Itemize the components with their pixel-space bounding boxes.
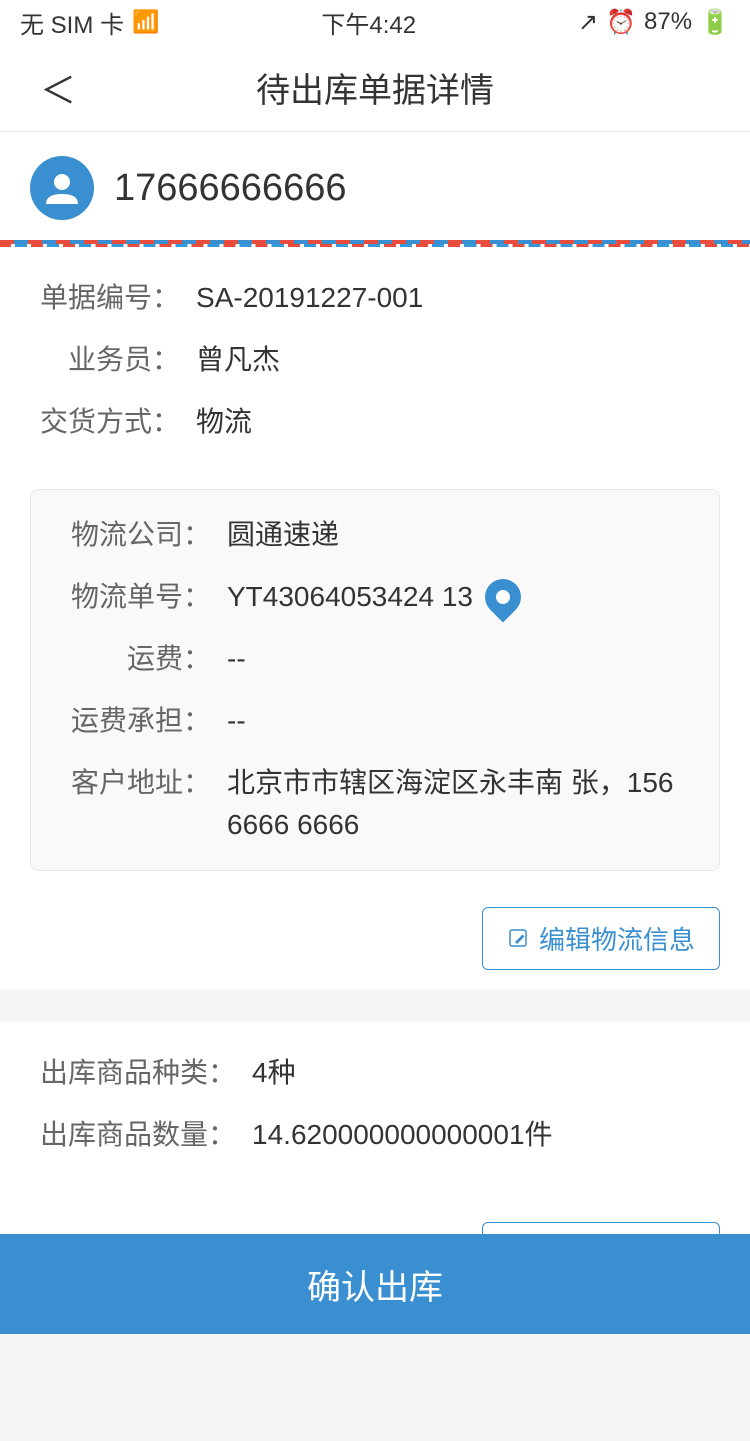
- section-divider: [0, 1006, 750, 1022]
- order-number-value: SA-20191227-001: [180, 277, 710, 319]
- delivery-method-value: 物流: [180, 401, 710, 443]
- product-quantity-label: 出库商品数量：: [40, 1114, 236, 1156]
- logistics-card: 物流公司： 圆通速递 物流单号： YT43064053424 13 运费： --…: [30, 489, 720, 871]
- order-info-section: 单据编号： SA-20191227-001 业务员： 曾凡杰 交货方式： 物流 …: [0, 247, 750, 990]
- edit-logistics-label: 编辑物流信息: [539, 920, 695, 957]
- logistics-company-row: 物流公司： 圆通速递: [61, 514, 689, 556]
- avatar: [30, 156, 94, 220]
- location-pin-icon[interactable]: [478, 572, 529, 623]
- delivery-method-row: 交货方式： 物流: [40, 401, 710, 443]
- nav-bar: ＜ 待出库单据详情: [0, 44, 750, 132]
- logistics-freight-label: 运费：: [61, 638, 211, 680]
- product-types-label: 出库商品种类：: [40, 1052, 236, 1094]
- status-bar-left: 无 SIM 卡 📶: [20, 5, 159, 40]
- logistics-freight-row: 运费： --: [61, 638, 689, 680]
- delivery-method-label: 交货方式：: [40, 401, 180, 443]
- battery-text: 87%: [644, 8, 692, 36]
- salesman-value: 曾凡杰: [180, 339, 710, 381]
- bottom-spacer: [0, 1321, 750, 1441]
- customer-phone: 17666666666: [114, 167, 346, 210]
- status-bar-right: ↗ ⏰ 87% 🔋: [578, 8, 730, 37]
- logistics-freight-bearer-label: 运费承担：: [61, 700, 211, 742]
- summary-section: 出库商品种类： 4种 出库商品数量： 14.620000000000001件: [0, 1022, 750, 1186]
- logistics-company-label: 物流公司：: [61, 514, 211, 556]
- logistics-address-row: 客户地址： 北京市市辖区海淀区永丰南 张，156 6666 6666: [61, 762, 689, 846]
- logistics-tracking-row: 物流单号： YT43064053424 13: [61, 576, 689, 618]
- logistics-tracking-value: YT43064053424 13: [211, 576, 689, 618]
- order-number-row: 单据编号： SA-20191227-001: [40, 277, 710, 319]
- logistics-address-value: 北京市市辖区海淀区永丰南 张，156 6666 6666: [211, 762, 689, 846]
- order-info: 单据编号： SA-20191227-001 业务员： 曾凡杰 交货方式： 物流: [0, 247, 750, 473]
- logistics-address-label: 客户地址：: [61, 762, 211, 804]
- alarm-icon: ⏰: [606, 8, 636, 37]
- logistics-freight-bearer-value: --: [211, 700, 689, 742]
- wifi-icon: 📶: [132, 9, 159, 35]
- status-time: 下午4:42: [321, 5, 416, 40]
- edit-logistics-container: 编辑物流信息: [0, 887, 750, 990]
- logistics-freight-value: --: [211, 638, 689, 680]
- logistics-freight-bearer-row: 运费承担： --: [61, 700, 689, 742]
- customer-header: 17666666666: [0, 132, 750, 247]
- location-icon: ↗: [578, 8, 598, 37]
- avatar-icon: [42, 168, 82, 208]
- edit-icon: [507, 927, 531, 951]
- bottom-bar: 确认出库: [0, 1234, 750, 1334]
- carrier-text: 无 SIM 卡: [20, 5, 124, 40]
- salesman-row: 业务员： 曾凡杰: [40, 339, 710, 381]
- product-quantity-value: 14.620000000000001件: [236, 1114, 710, 1156]
- order-number-label: 单据编号：: [40, 277, 180, 319]
- product-types-row: 出库商品种类： 4种: [40, 1052, 710, 1094]
- status-bar: 无 SIM 卡 📶 下午4:42 ↗ ⏰ 87% 🔋: [0, 0, 750, 44]
- logistics-company-value: 圆通速递: [211, 514, 689, 556]
- product-types-value: 4种: [236, 1052, 710, 1094]
- confirm-button[interactable]: 确认出库: [0, 1260, 750, 1309]
- logistics-tracking-label: 物流单号：: [61, 576, 211, 618]
- back-button[interactable]: ＜: [30, 52, 86, 124]
- edit-logistics-button[interactable]: 编辑物流信息: [482, 907, 720, 970]
- salesman-label: 业务员：: [40, 339, 180, 381]
- product-quantity-row: 出库商品数量： 14.620000000000001件: [40, 1114, 710, 1156]
- page-title: 待出库单据详情: [256, 63, 494, 112]
- battery-icon: 🔋: [700, 8, 730, 37]
